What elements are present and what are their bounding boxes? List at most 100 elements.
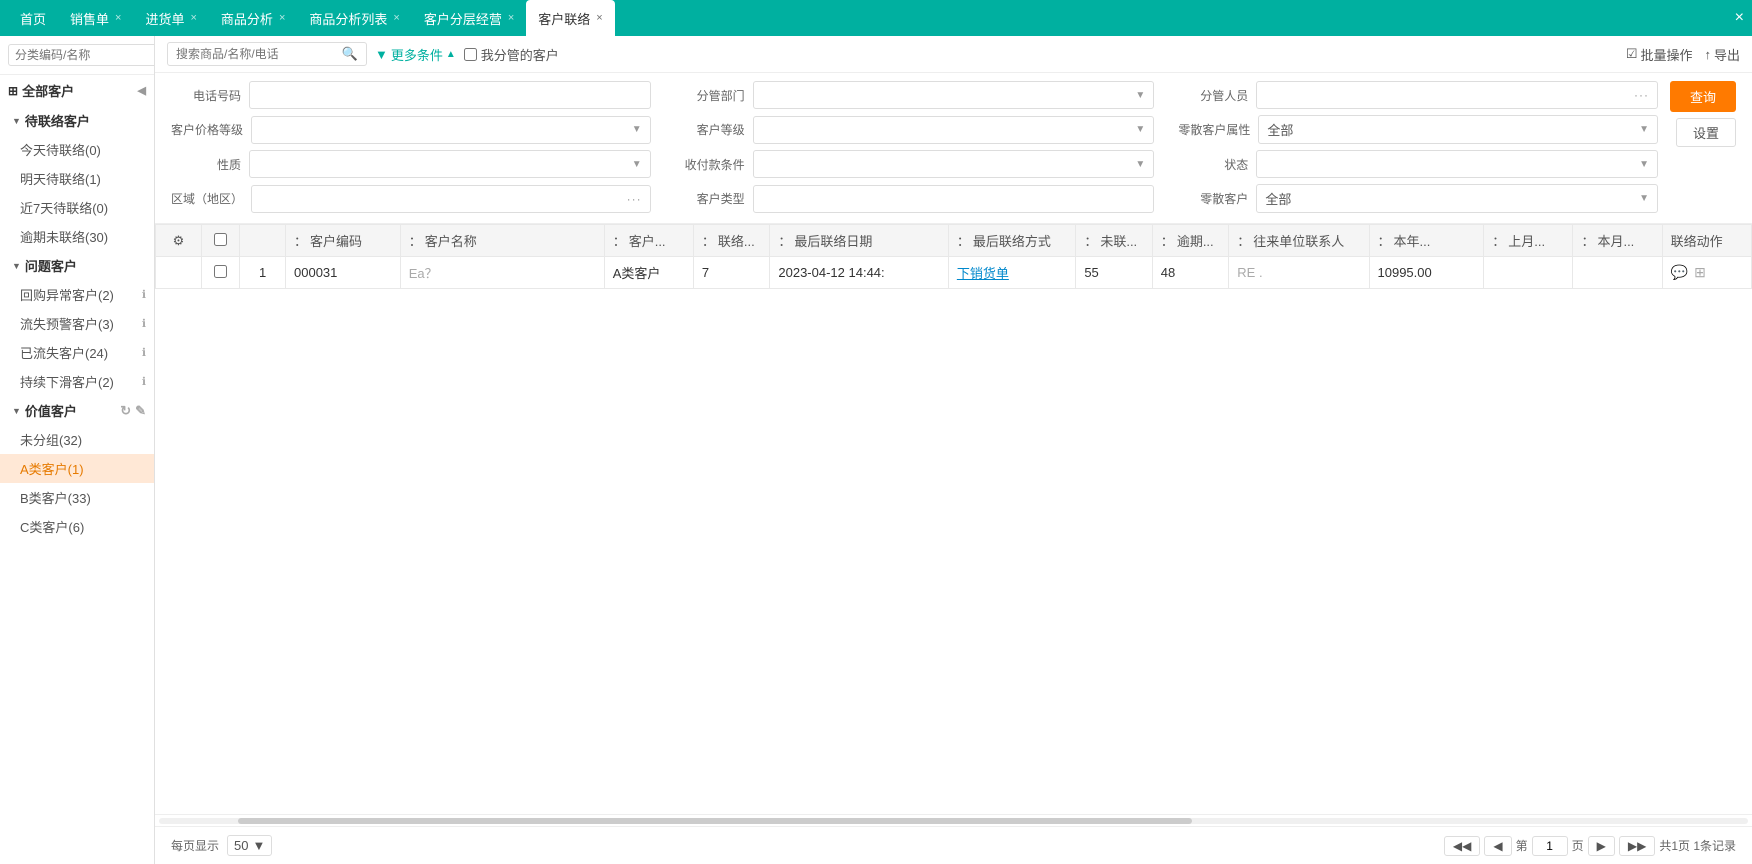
sidebar-item-c-class[interactable]: C类客户(6) <box>0 512 154 541</box>
sidebar-item-unclassified[interactable]: 未分组(32) <box>0 425 154 454</box>
settings-gear-icon[interactable]: ⚙ <box>173 233 185 248</box>
export-btn[interactable]: ↑ 导出 <box>1704 45 1740 64</box>
search-input[interactable] <box>176 47 338 61</box>
more-conditions-btn[interactable]: ▼ 更多条件 ▲ <box>375 45 456 64</box>
sidebar: 🔍 ⊞ 全部客户 ◀ ▼ 待联络客户 今天待联络(0) 明天待联络(1) 近7天… <box>0 36 155 864</box>
nav-tab-goods-analysis-list[interactable]: 商品分析列表 × <box>297 0 411 36</box>
close-goods-analysis-list-tab[interactable]: × <box>393 12 399 24</box>
per-page-arrow: ▼ <box>252 838 265 853</box>
close-sales-tab[interactable]: × <box>115 12 121 24</box>
filter-retail-attr-select[interactable]: 全部▼ <box>1258 115 1658 144</box>
refresh-icon[interactable]: ↻ <box>120 403 131 419</box>
row-check-cell <box>201 257 239 289</box>
filter-price-level-select[interactable]: ▼ <box>251 116 651 144</box>
sidebar-item-b-class[interactable]: B类客户(33) <box>0 483 154 512</box>
sidebar-search-area: 🔍 <box>0 36 154 75</box>
table-footer: 每页显示 50 ▼ ◀◀ ◀ 第 页 ▶ ▶▶ 共1页 1条记录 <box>155 826 1752 864</box>
filter-payment-select[interactable]: ▼ <box>753 150 1155 178</box>
col-header-last-month[interactable]: ：上月... <box>1484 225 1573 257</box>
close-customer-segment-tab[interactable]: × <box>508 12 514 24</box>
sidebar-item-7days-pending[interactable]: 近7天待联络(0) <box>0 193 154 222</box>
pending-category-header[interactable]: ▼ 待联络客户 <box>0 106 154 135</box>
col-header-this-month[interactable]: ：本月... <box>1573 225 1662 257</box>
filter-cell-phone: 电话号码 <box>171 81 651 109</box>
sidebar-item-overdue-pending[interactable]: 逾期未联络(30) <box>0 222 154 251</box>
col-header-history-contact[interactable]: ：往来单位联系人 <box>1229 225 1369 257</box>
col-header-contact-count[interactable]: ：联络... <box>693 225 769 257</box>
per-page-select[interactable]: 50 ▼ <box>227 835 272 856</box>
nav-tab-goods-analysis[interactable]: 商品分析 × <box>209 0 297 36</box>
filter-status-select[interactable]: ▼ <box>1256 150 1658 178</box>
col-header-last-contact-method[interactable]: ：最后联络方式 <box>948 225 1075 257</box>
sidebar-item-churned[interactable]: 已流失客户(24) ℹ <box>0 338 154 367</box>
nav-tab-sales[interactable]: 销售单 × <box>58 0 133 36</box>
query-button[interactable]: 查询 <box>1670 81 1736 112</box>
filter-label-region: 区域（地区） <box>171 190 243 207</box>
col-header-check <box>201 225 239 257</box>
sidebar-item-repurchase-abnormal[interactable]: 回购异常客户(2) ℹ <box>0 280 154 309</box>
action-qr-icon[interactable]: ⊞ <box>1694 264 1706 281</box>
action-chat-icon[interactable]: 💬 <box>1671 264 1688 281</box>
problem-category-header[interactable]: ▼ 问题客户 <box>0 251 154 280</box>
data-table: ⚙ ：客户编码 ：客户名称 ：客户... <box>155 224 1752 289</box>
nav-home[interactable]: 首页 <box>8 0 58 36</box>
prev-page-btn[interactable]: ◀ <box>1484 836 1511 856</box>
col-header-no-contact[interactable]: ：未联... <box>1076 225 1152 257</box>
close-goods-analysis-tab[interactable]: × <box>279 12 285 24</box>
next-page-btn[interactable]: ▶ <box>1588 836 1615 856</box>
value-category-header[interactable]: ▼ 价值客户 ↻ ✎ <box>0 396 154 425</box>
batch-op-btn[interactable]: ☑ 批量操作 <box>1626 45 1693 64</box>
col-header-settings[interactable]: ⚙ <box>156 225 202 257</box>
filter-cell-status: 状态 ▼ <box>1178 150 1658 178</box>
nav-tab-customer-contact[interactable]: 客户联络 × <box>526 0 614 36</box>
total-info: 共1页 1条记录 <box>1659 837 1736 854</box>
filter-nature-select[interactable]: ▼ <box>249 150 651 178</box>
row-settings-cell <box>156 257 202 289</box>
filter-cell-payment: 收付款条件 ▼ <box>675 150 1155 178</box>
advanced-filter-panel: 电话号码 分管部门 ▼ 分管人员 <box>155 73 1752 224</box>
select-all-checkbox[interactable] <box>214 233 227 246</box>
sidebar-item-today-pending[interactable]: 今天待联络(0) <box>0 135 154 164</box>
row-checkbox[interactable] <box>214 265 227 278</box>
filter-phone-input[interactable] <box>249 81 651 109</box>
col-header-index <box>240 225 286 257</box>
collapse-icon[interactable]: ◀ <box>138 84 146 97</box>
filter-manager-select[interactable]: ··· <box>1256 81 1658 109</box>
sidebar-search-input[interactable] <box>8 44 155 66</box>
filter-dept-select[interactable]: ▼ <box>753 81 1155 109</box>
col-header-last-contact-date[interactable]: ：最后联络日期 <box>770 225 948 257</box>
filter-region-select[interactable]: ··· <box>251 185 651 213</box>
col-header-category[interactable]: ：客户... <box>604 225 693 257</box>
filter-label-customer-level: 客户等级 <box>675 121 745 138</box>
col-header-this-year[interactable]: ：本年... <box>1369 225 1484 257</box>
filter-cell-dept: 分管部门 ▼ <box>675 81 1155 109</box>
nav-tab-purchase[interactable]: 进货单 × <box>133 0 208 36</box>
sidebar-item-tomorrow-pending[interactable]: 明天待联络(1) <box>0 164 154 193</box>
col-header-code[interactable]: ：客户编码 <box>286 225 401 257</box>
nav-tab-customer-segment[interactable]: 客户分层经营 × <box>412 0 526 36</box>
filter-customer-type-input[interactable] <box>753 185 1155 213</box>
filter-customer-level-select[interactable]: ▼ <box>753 116 1155 144</box>
last-page-btn[interactable]: ▶▶ <box>1619 836 1655 856</box>
filter-row-1: 电话号码 分管部门 ▼ 分管人员 <box>171 81 1658 109</box>
all-customers-header[interactable]: ⊞ 全部客户 ◀ <box>0 75 154 106</box>
row-name-cell: Ea？ <box>400 257 604 289</box>
sidebar-item-declining[interactable]: 持续下滑客户(2) ℹ <box>0 367 154 396</box>
sidebar-item-churn-warning[interactable]: 流失预警客户(3) ℹ <box>0 309 154 338</box>
search-bar-icon[interactable]: 🔍 <box>342 46 358 62</box>
sidebar-item-a-class[interactable]: A类客户(1) <box>0 454 154 483</box>
horizontal-scrollbar[interactable] <box>155 814 1752 826</box>
close-customer-contact-tab[interactable]: × <box>596 12 602 24</box>
my-customers-checkbox[interactable] <box>464 48 477 61</box>
close-all-icon[interactable]: × <box>1735 9 1744 27</box>
filter-retail-select[interactable]: 全部▼ <box>1256 184 1658 213</box>
settings-button[interactable]: 设置 <box>1676 118 1736 147</box>
col-header-name[interactable]: ：客户名称 <box>400 225 604 257</box>
row-last-contact-method-cell[interactable]: 下销货单 <box>948 257 1075 289</box>
first-page-btn[interactable]: ◀◀ <box>1444 836 1480 856</box>
col-header-overdue[interactable]: ：逾期... <box>1152 225 1228 257</box>
edit-icon[interactable]: ✎ <box>135 403 146 419</box>
page-number-input[interactable] <box>1532 836 1568 856</box>
close-purchase-tab[interactable]: × <box>190 12 196 24</box>
pending-triangle-icon: ▼ <box>12 116 21 126</box>
